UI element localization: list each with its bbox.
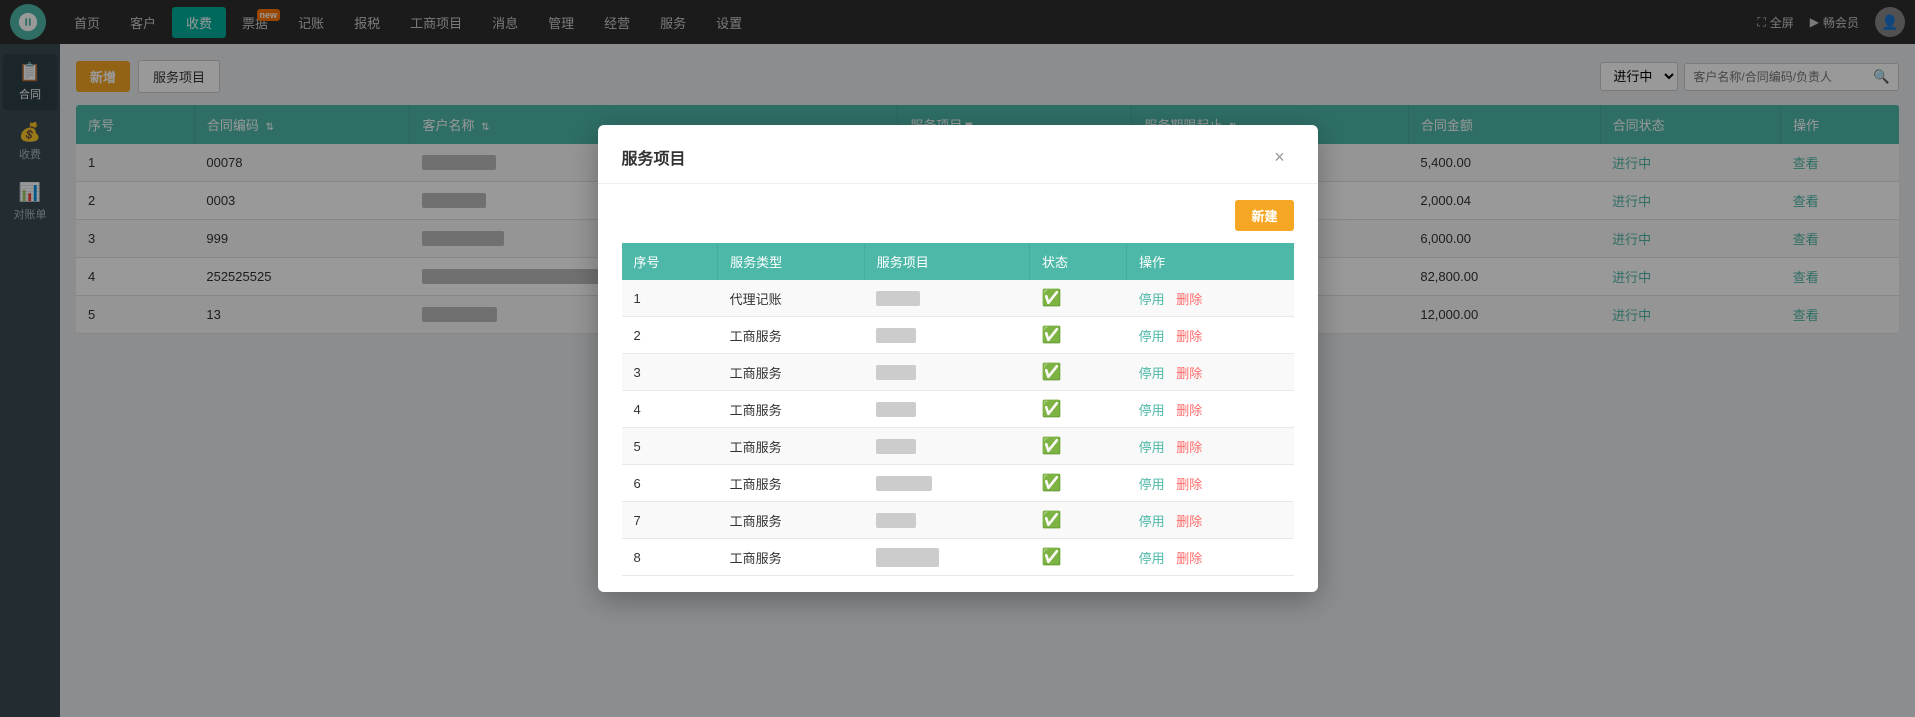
modal-cell-item: ██████	[864, 465, 1029, 502]
delete-button[interactable]: 删除	[1176, 329, 1202, 344]
status-check-icon: ✅	[1042, 401, 1062, 418]
delete-button[interactable]: 删除	[1176, 403, 1202, 418]
modal-cell-status: ✅	[1030, 317, 1127, 354]
modal-cell-status: ✅	[1030, 539, 1127, 576]
modal-cell-type: 工商服务	[718, 502, 865, 539]
modal-col-type: 服务类型	[718, 243, 865, 280]
modal-close-button[interactable]: ×	[1266, 143, 1294, 171]
status-check-icon: ✅	[1042, 438, 1062, 455]
modal-table-row: 3 工商服务 ████ ✅ 停用 删除	[622, 354, 1294, 391]
modal-new-button[interactable]: 新建	[1235, 200, 1293, 231]
modal-cell-seq: 1	[622, 280, 718, 317]
modal-overlay[interactable]: 服务项目 × 新建 序号 服务类型 服务项目 状态 操作	[0, 0, 1915, 717]
modal-cell-action[interactable]: 停用 删除	[1127, 317, 1294, 354]
modal-cell-status: ✅	[1030, 465, 1127, 502]
modal-cell-type: 工商服务	[718, 539, 865, 576]
delete-button[interactable]: 删除	[1176, 440, 1202, 455]
status-check-icon: ✅	[1042, 549, 1062, 566]
stop-button[interactable]: 停用	[1139, 551, 1165, 566]
modal-cell-action[interactable]: 停用 删除	[1127, 391, 1294, 428]
stop-button[interactable]: 停用	[1139, 366, 1165, 381]
modal-cell-type: 工商服务	[718, 465, 865, 502]
modal-cell-item: ████	[864, 354, 1029, 391]
status-check-icon: ✅	[1042, 364, 1062, 381]
modal-cell-item: ████1	[864, 280, 1029, 317]
modal-table-row: 5 工商服务 ████ ✅ 停用 删除	[622, 428, 1294, 465]
modal-cell-type: 工商服务	[718, 391, 865, 428]
modal-cell-action[interactable]: 停用 删除	[1127, 280, 1294, 317]
modal-table-row: 2 工商服务 ████ ✅ 停用 删除	[622, 317, 1294, 354]
modal-cell-seq: 8	[622, 539, 718, 576]
modal-cell-status: ✅	[1030, 428, 1127, 465]
modal-cell-type: 工商服务	[718, 354, 865, 391]
stop-button[interactable]: 停用	[1139, 329, 1165, 344]
delete-button[interactable]: 删除	[1176, 292, 1202, 307]
stop-button[interactable]: 停用	[1139, 514, 1165, 529]
modal-cell-type: 工商服务	[718, 317, 865, 354]
modal-body: 新建 序号 服务类型 服务项目 状态 操作 1 代理记账	[598, 184, 1318, 592]
modal-cell-status: ✅	[1030, 354, 1127, 391]
stop-button[interactable]: 停用	[1139, 477, 1165, 492]
modal-cell-action[interactable]: 停用 删除	[1127, 428, 1294, 465]
modal-cell-item: ███	[864, 391, 1029, 428]
stop-button[interactable]: 停用	[1139, 292, 1165, 307]
modal-header-row: 序号 服务类型 服务项目 状态 操作	[622, 243, 1294, 280]
delete-button[interactable]: 删除	[1176, 477, 1202, 492]
modal-cell-item: ████	[864, 428, 1029, 465]
modal-table-row: 4 工商服务 ███ ✅ 停用 删除	[622, 391, 1294, 428]
modal-cell-type: 代理记账	[718, 280, 865, 317]
stop-button[interactable]: 停用	[1139, 403, 1165, 418]
modal-cell-action[interactable]: 停用 删除	[1127, 539, 1294, 576]
modal-table-row: 6 工商服务 ██████ ✅ 停用 删除	[622, 465, 1294, 502]
modal-cell-seq: 6	[622, 465, 718, 502]
modal-scroll-wrap[interactable]: 序号 服务类型 服务项目 状态 操作 1 代理记账 ████1 ✅ 停用 删除 …	[622, 243, 1294, 576]
modal-cell-action[interactable]: 停用 删除	[1127, 465, 1294, 502]
modal-cell-action[interactable]: 停用 删除	[1127, 354, 1294, 391]
modal-cell-seq: 4	[622, 391, 718, 428]
modal-cell-item: ████	[864, 317, 1029, 354]
status-check-icon: ✅	[1042, 327, 1062, 344]
modal-cell-action[interactable]: 停用 删除	[1127, 502, 1294, 539]
delete-button[interactable]: 删除	[1176, 366, 1202, 381]
modal-cell-seq: 7	[622, 502, 718, 539]
modal-cell-seq: 2	[622, 317, 718, 354]
modal-table-row: 1 代理记账 ████1 ✅ 停用 删除	[622, 280, 1294, 317]
modal-header: 服务项目 ×	[598, 125, 1318, 184]
modal-cell-seq: 5	[622, 428, 718, 465]
modal-col-status: 状态	[1030, 243, 1127, 280]
modal-cell-item: ████注册	[864, 539, 1029, 576]
service-modal: 服务项目 × 新建 序号 服务类型 服务项目 状态 操作	[598, 125, 1318, 592]
modal-cell-item: ███	[864, 502, 1029, 539]
delete-button[interactable]: 删除	[1176, 514, 1202, 529]
modal-col-item: 服务项目	[864, 243, 1029, 280]
delete-button[interactable]: 删除	[1176, 551, 1202, 566]
stop-button[interactable]: 停用	[1139, 440, 1165, 455]
modal-col-seq: 序号	[622, 243, 718, 280]
modal-cell-status: ✅	[1030, 502, 1127, 539]
status-check-icon: ✅	[1042, 475, 1062, 492]
modal-cell-type: 工商服务	[718, 428, 865, 465]
modal-table-row: 8 工商服务 ████注册 ✅ 停用 删除	[622, 539, 1294, 576]
modal-title: 服务项目	[622, 145, 686, 169]
status-check-icon: ✅	[1042, 512, 1062, 529]
modal-table-row: 7 工商服务 ███ ✅ 停用 删除	[622, 502, 1294, 539]
modal-service-table: 序号 服务类型 服务项目 状态 操作 1 代理记账 ████1 ✅ 停用 删除 …	[622, 243, 1294, 576]
status-check-icon: ✅	[1042, 290, 1062, 307]
modal-col-action: 操作	[1127, 243, 1294, 280]
modal-cell-status: ✅	[1030, 391, 1127, 428]
modal-cell-seq: 3	[622, 354, 718, 391]
modal-cell-status: ✅	[1030, 280, 1127, 317]
modal-toolbar: 新建	[622, 200, 1294, 231]
